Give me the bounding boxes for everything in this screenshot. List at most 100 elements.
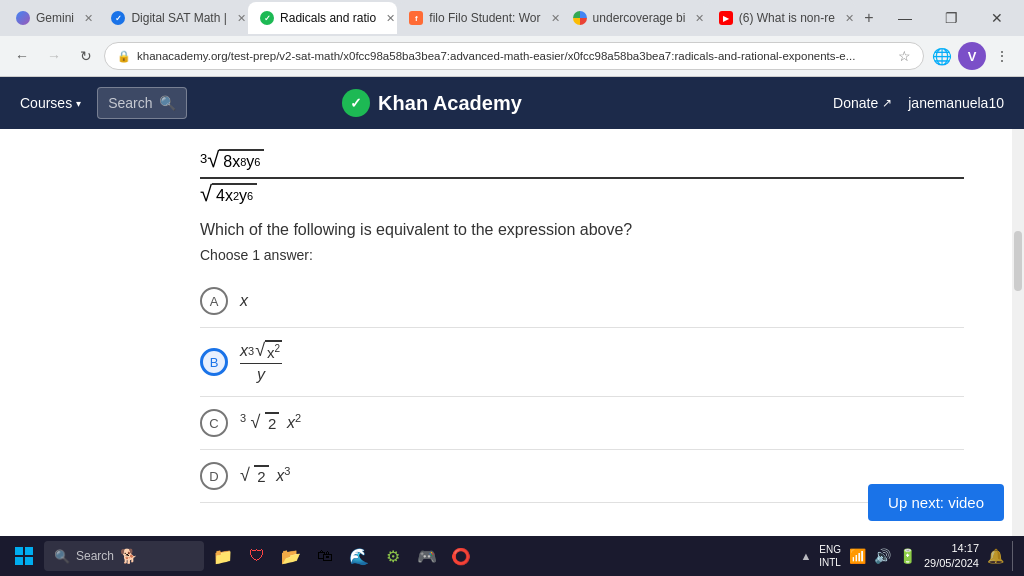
donate-button[interactable]: Donate ↗	[833, 95, 892, 111]
windows-icon	[15, 547, 33, 565]
donate-external-icon: ↗	[882, 96, 892, 110]
svg-rect-2	[15, 557, 23, 565]
cube-root-index: 3	[200, 151, 207, 166]
question-text: Which of the following is equivalent to …	[200, 221, 964, 239]
answer-choice-d[interactable]: D √ 2 x3	[200, 450, 964, 503]
taskbar-app-circle[interactable]: ⭕	[446, 541, 476, 571]
numerator-radicand: 8x8y6	[219, 149, 264, 171]
address-field[interactable]: 🔒 khanacademy.org/test-prep/v2-sat-math/…	[104, 42, 924, 70]
bookmark-icon[interactable]: ☆	[898, 48, 911, 64]
window-controls: — ❐ ✕	[882, 0, 1020, 36]
clock[interactable]: 14:17 29/05/2024	[924, 541, 979, 572]
radical-sign-numerator: √	[207, 149, 219, 171]
search-label: Search	[108, 95, 152, 111]
extensions-icon[interactable]: 🌐	[928, 42, 956, 70]
taskbar-app-explorer[interactable]: 📂	[276, 541, 306, 571]
tab-radicals[interactable]: ✓ Radicals and ratio ✕	[248, 2, 397, 34]
denominator-radicand: 4x2y6	[212, 183, 257, 205]
taskbar-sys-tray: ▲	[800, 550, 811, 562]
courses-menu[interactable]: Courses ▾	[20, 95, 81, 111]
choice-content-d: √ 2 x3	[240, 465, 290, 486]
browser-chrome: Gemini ✕ ✓ Digital SAT Math | ✕ ✓ Radica…	[0, 0, 1024, 77]
forward-button[interactable]: →	[40, 42, 68, 70]
taskbar-right: ▲ ENG INTL 📶 🔊 🔋 14:17 29/05/2024 🔔	[800, 541, 1016, 572]
tab-bar: Gemini ✕ ✓ Digital SAT Math | ✕ ✓ Radica…	[0, 0, 1024, 36]
show-desktop-button[interactable]	[1012, 541, 1016, 571]
search-bar[interactable]: Search 🔍	[97, 87, 186, 119]
close-tab-radicals[interactable]: ✕	[386, 12, 395, 25]
address-bar-row: ← → ↻ 🔒 khanacademy.org/test-prep/v2-sat…	[0, 36, 1024, 76]
choice-content-c: 3 √ 2 x2	[240, 412, 301, 433]
scrollbar[interactable]	[1012, 129, 1024, 537]
notification-bell-icon[interactable]: 🔔	[987, 548, 1004, 564]
choice-circle-d: D	[200, 462, 228, 490]
svg-rect-3	[25, 557, 33, 565]
taskbar: 🔍 Search 🐕 📁 🛡 📂 🛍 🌊 ⚙ 🎮 ⭕ ▲	[0, 536, 1024, 576]
taskbar-app-security[interactable]: 🛡	[242, 541, 272, 571]
choice-circle-c: C	[200, 409, 228, 437]
network-icon[interactable]: 📶	[849, 548, 866, 564]
taskbar-dog-icon: 🐕	[120, 548, 137, 564]
answer-choice-b[interactable]: B x 3 √ x2 y	[200, 328, 964, 397]
secure-icon: 🔒	[117, 50, 131, 63]
close-tab-youtube[interactable]: ✕	[845, 12, 854, 25]
battery-icon[interactable]: 🔋	[899, 548, 916, 564]
ka-logo-text: Khan Academy	[378, 92, 522, 115]
toolbar-icons: 🌐 V ⋮	[928, 42, 1016, 70]
main-area: › 3 √ 8x8y6 √ 4x2y6 Which of the followi…	[0, 129, 1024, 537]
tab-digital-sat[interactable]: ✓ Digital SAT Math | ✕	[99, 2, 248, 34]
choice-content-a: x	[240, 292, 248, 310]
back-button[interactable]: ←	[8, 42, 36, 70]
radical-sign-denominator: √	[200, 183, 212, 205]
denominator-expression: √ 4x2y6	[200, 177, 964, 205]
taskbar-app-game[interactable]: 🎮	[412, 541, 442, 571]
close-button[interactable]: ✕	[974, 0, 1020, 36]
answer-choice-a[interactable]: A x	[200, 275, 964, 328]
question-expression: 3 √ 8x8y6 √ 4x2y6	[200, 149, 964, 205]
menu-icon[interactable]: ⋮	[988, 42, 1016, 70]
language-indicator[interactable]: ENG INTL	[819, 543, 841, 569]
start-button[interactable]	[8, 540, 40, 572]
taskbar-app-settings[interactable]: ⚙	[378, 541, 408, 571]
choose-label: Choose 1 answer:	[200, 247, 964, 263]
taskbar-app-edge[interactable]: 🌊	[344, 541, 374, 571]
taskbar-search-icon: 🔍	[54, 549, 70, 564]
new-tab-button[interactable]: +	[856, 4, 882, 32]
taskbar-search-label: Search	[76, 549, 114, 563]
khan-academy-nav: Courses ▾ Search 🔍 ✓ Khan Academy Donate…	[0, 77, 1024, 129]
answer-choice-c[interactable]: C 3 √ 2 x2	[200, 397, 964, 450]
close-tab-undercoverage[interactable]: ✕	[695, 12, 704, 25]
choice-circle-a: A	[200, 287, 228, 315]
up-arrow-icon[interactable]: ▲	[800, 550, 811, 562]
tab-youtube[interactable]: ▶ (6) What is non-re‌ ✕	[707, 2, 856, 34]
tab-gemini[interactable]: Gemini ✕	[4, 2, 99, 34]
user-profile[interactable]: janemanuela10	[908, 95, 1004, 111]
tab-filo[interactable]: f filo Filo Student: Wor‌ ✕	[397, 2, 560, 34]
profile-icon[interactable]: V	[958, 42, 986, 70]
ka-logo-icon: ✓	[342, 89, 370, 117]
scrollbar-thumb[interactable]	[1014, 231, 1022, 291]
courses-chevron-icon: ▾	[76, 98, 81, 109]
close-tab-digital-sat[interactable]: ✕	[237, 12, 246, 25]
ka-right: Donate ↗ janemanuela10	[833, 95, 1004, 111]
time-display: 14:17	[924, 541, 979, 556]
up-next-button[interactable]: Up next: video	[868, 484, 1004, 521]
reload-button[interactable]: ↻	[72, 42, 100, 70]
close-tab-filo[interactable]: ✕	[551, 12, 560, 25]
taskbar-app-store[interactable]: 🛍	[310, 541, 340, 571]
date-display: 29/05/2024	[924, 556, 979, 571]
numerator-expression: 3 √ 8x8y6	[200, 149, 964, 171]
minimize-button[interactable]: —	[882, 0, 928, 36]
taskbar-apps: 📁 🛡 📂 🛍 🌊 ⚙ 🎮 ⭕	[208, 541, 476, 571]
choice-content-b: x 3 √ x2 y	[240, 340, 282, 384]
maximize-button[interactable]: ❐	[928, 0, 974, 36]
address-text: khanacademy.org/test-prep/v2-sat-math/x0…	[137, 50, 888, 62]
svg-rect-0	[15, 547, 23, 555]
courses-label: Courses	[20, 95, 72, 111]
tab-undercoverage[interactable]: undercoverage bi‌ ✕	[561, 2, 707, 34]
taskbar-search-bar[interactable]: 🔍 Search 🐕	[44, 541, 204, 571]
volume-icon[interactable]: 🔊	[874, 548, 891, 564]
close-tab-gemini[interactable]: ✕	[84, 12, 93, 25]
taskbar-app-files[interactable]: 📁	[208, 541, 238, 571]
search-icon: 🔍	[159, 95, 176, 111]
